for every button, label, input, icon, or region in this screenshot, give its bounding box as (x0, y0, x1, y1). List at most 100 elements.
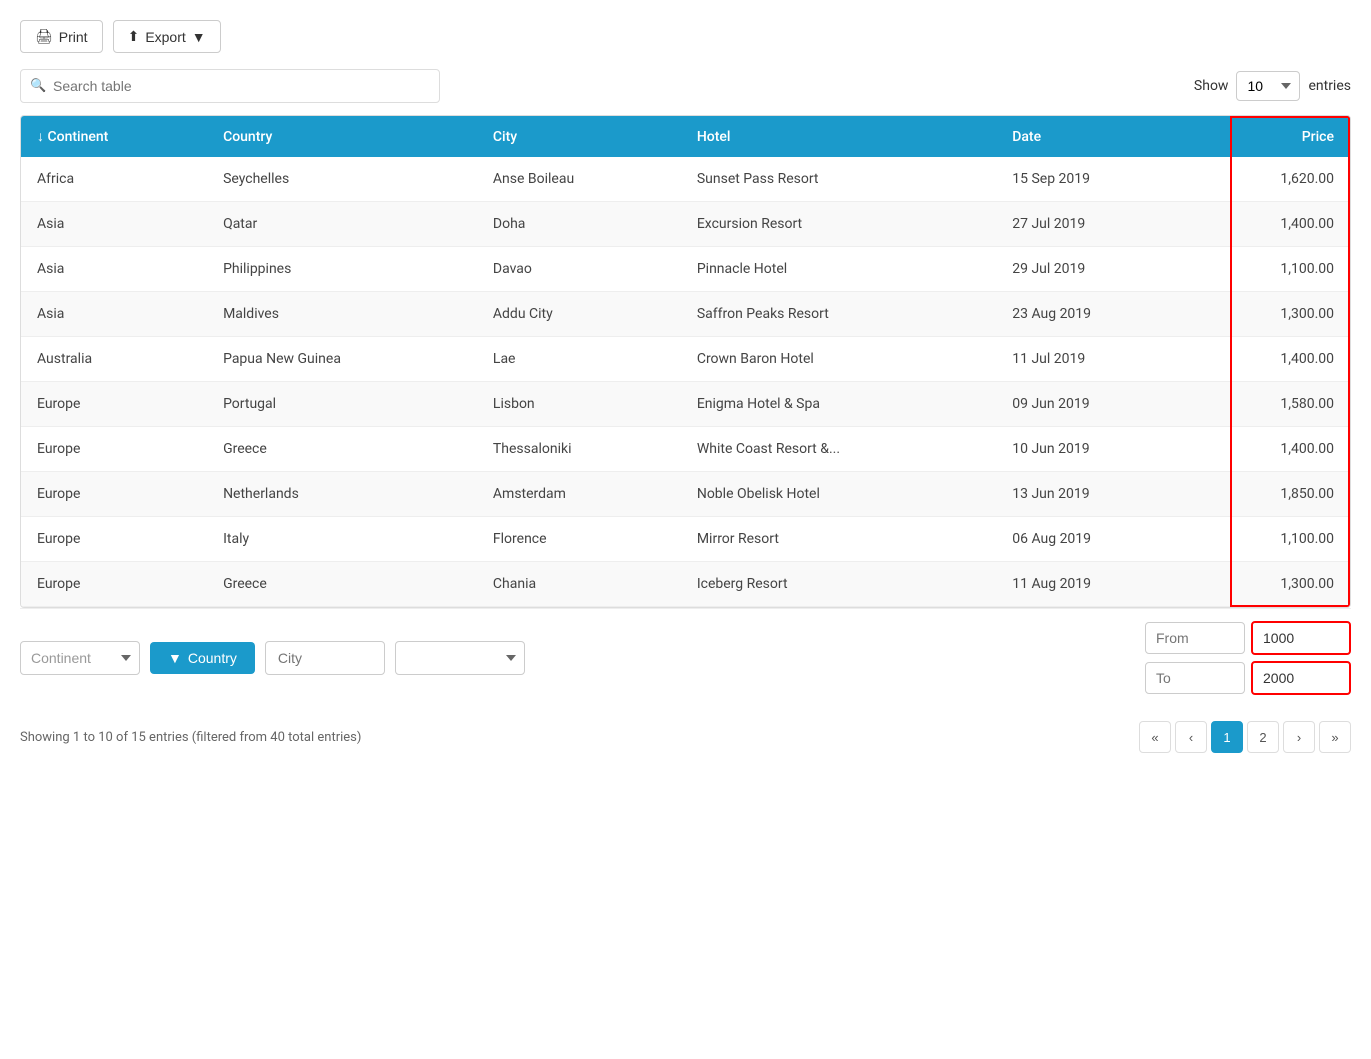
country-filter-label: Country (188, 650, 237, 666)
table-row: EuropeNetherlandsAmsterdamNoble Obelisk … (21, 472, 1350, 517)
cell-date: 10 Jun 2019 (996, 427, 1195, 472)
print-button[interactable]: 🖨 Print (20, 20, 103, 53)
continent-filter[interactable]: Continent (20, 641, 140, 675)
cell-city: Amsterdam (477, 472, 681, 517)
table-row: AsiaQatarDohaExcursion Resort27 Jul 2019… (21, 202, 1350, 247)
cell-continent: Asia (21, 202, 207, 247)
table-row: EuropeGreeceChaniaIceberg Resort11 Aug 2… (21, 562, 1350, 607)
filter-icon: ▼ (168, 650, 182, 666)
cell-city: Davao (477, 247, 681, 292)
cell-price: 1,300.00 (1196, 292, 1350, 337)
cell-price: 1,400.00 (1196, 427, 1350, 472)
prev-page-button[interactable]: ‹ (1175, 721, 1207, 753)
first-page-button[interactable]: « (1139, 721, 1171, 753)
hotel-filter[interactable] (395, 641, 525, 675)
search-wrapper: 🔍 (20, 69, 440, 103)
pagination-info: Showing 1 to 10 of 15 entries (filtered … (20, 730, 361, 745)
search-row: 🔍 Show 10 25 50 100 entries (20, 69, 1351, 103)
col-continent[interactable]: ↓ Continent (21, 116, 207, 157)
export-button[interactable]: ⬆ Export ▼ (113, 20, 221, 53)
country-filter-button[interactable]: ▼ Country (150, 642, 255, 674)
cell-date: 15 Sep 2019 (996, 157, 1195, 202)
cell-price: 1,100.00 (1196, 517, 1350, 562)
cell-price: 1,300.00 (1196, 562, 1350, 607)
filters-row: Continent ▼ Country (20, 608, 1351, 707)
page-1-button[interactable]: 1 (1211, 721, 1243, 753)
cell-hotel: Crown Baron Hotel (681, 337, 996, 382)
cell-hotel: Noble Obelisk Hotel (681, 472, 996, 517)
cell-country: Greece (207, 427, 477, 472)
cell-city: Florence (477, 517, 681, 562)
show-label: Show (1194, 78, 1229, 94)
cell-date: 23 Aug 2019 (996, 292, 1195, 337)
toolbar: 🖨 Print ⬆ Export ▼ (20, 20, 1351, 53)
col-price: Price (1196, 116, 1350, 157)
next-page-button[interactable]: › (1283, 721, 1315, 753)
cell-city: Chania (477, 562, 681, 607)
cell-continent: Europe (21, 427, 207, 472)
cell-price: 1,400.00 (1196, 202, 1350, 247)
print-icon: 🖨 (35, 28, 53, 45)
cell-country: Portugal (207, 382, 477, 427)
cell-price: 1,620.00 (1196, 157, 1350, 202)
entries-label: entries (1308, 78, 1351, 94)
cell-price: 1,400.00 (1196, 337, 1350, 382)
price-from-input[interactable] (1251, 621, 1351, 655)
city-filter-input[interactable] (265, 641, 385, 675)
cell-date: 29 Jul 2019 (996, 247, 1195, 292)
price-range-section (1145, 621, 1351, 695)
last-page-button[interactable]: » (1319, 721, 1351, 753)
table-row: AsiaPhilippinesDavaoPinnacle Hotel29 Jul… (21, 247, 1350, 292)
price-from-row (1145, 621, 1351, 655)
cell-city: Doha (477, 202, 681, 247)
pagination-row: Showing 1 to 10 of 15 entries (filtered … (20, 707, 1351, 757)
data-table: ↓ Continent Country City Hotel Date Pric… (21, 116, 1350, 607)
col-country: Country (207, 116, 477, 157)
print-label: Print (59, 29, 88, 45)
cell-date: 11 Aug 2019 (996, 562, 1195, 607)
price-to-row (1145, 661, 1351, 695)
cell-continent: Asia (21, 247, 207, 292)
cell-date: 27 Jul 2019 (996, 202, 1195, 247)
cell-hotel: Mirror Resort (681, 517, 996, 562)
cell-hotel: Saffron Peaks Resort (681, 292, 996, 337)
table-row: EuropeGreeceThessalonikiWhite Coast Reso… (21, 427, 1350, 472)
table-row: EuropePortugalLisbonEnigma Hotel & Spa09… (21, 382, 1350, 427)
col-city: City (477, 116, 681, 157)
cell-hotel: Sunset Pass Resort (681, 157, 996, 202)
cell-country: Italy (207, 517, 477, 562)
col-hotel: Hotel (681, 116, 996, 157)
entries-select[interactable]: 10 25 50 100 (1236, 71, 1300, 101)
cell-city: Anse Boileau (477, 157, 681, 202)
search-input[interactable] (20, 69, 440, 103)
cell-hotel: Pinnacle Hotel (681, 247, 996, 292)
show-entries-wrapper: Show 10 25 50 100 entries (1194, 71, 1351, 101)
export-dropdown-icon: ▼ (192, 29, 206, 45)
price-to-label (1145, 662, 1245, 694)
price-to-input[interactable] (1251, 661, 1351, 695)
table-row: EuropeItalyFlorenceMirror Resort06 Aug 2… (21, 517, 1350, 562)
export-label: Export (145, 29, 185, 45)
cell-country: Greece (207, 562, 477, 607)
table-row: AustraliaPapua New GuineaLaeCrown Baron … (21, 337, 1350, 382)
table-body: AfricaSeychellesAnse BoileauSunset Pass … (21, 157, 1350, 607)
col-date: Date (996, 116, 1195, 157)
cell-continent: Europe (21, 472, 207, 517)
search-icon: 🔍 (30, 79, 46, 94)
cell-date: 09 Jun 2019 (996, 382, 1195, 427)
page-2-button[interactable]: 2 (1247, 721, 1279, 753)
cell-country: Philippines (207, 247, 477, 292)
cell-country: Papua New Guinea (207, 337, 477, 382)
cell-hotel: White Coast Resort &... (681, 427, 996, 472)
cell-continent: Europe (21, 382, 207, 427)
cell-price: 1,100.00 (1196, 247, 1350, 292)
cell-price: 1,580.00 (1196, 382, 1350, 427)
cell-country: Seychelles (207, 157, 477, 202)
cell-hotel: Excursion Resort (681, 202, 996, 247)
cell-continent: Africa (21, 157, 207, 202)
export-icon: ⬆ (128, 28, 140, 45)
cell-country: Qatar (207, 202, 477, 247)
cell-hotel: Enigma Hotel & Spa (681, 382, 996, 427)
price-from-label (1145, 622, 1245, 654)
cell-continent: Asia (21, 292, 207, 337)
